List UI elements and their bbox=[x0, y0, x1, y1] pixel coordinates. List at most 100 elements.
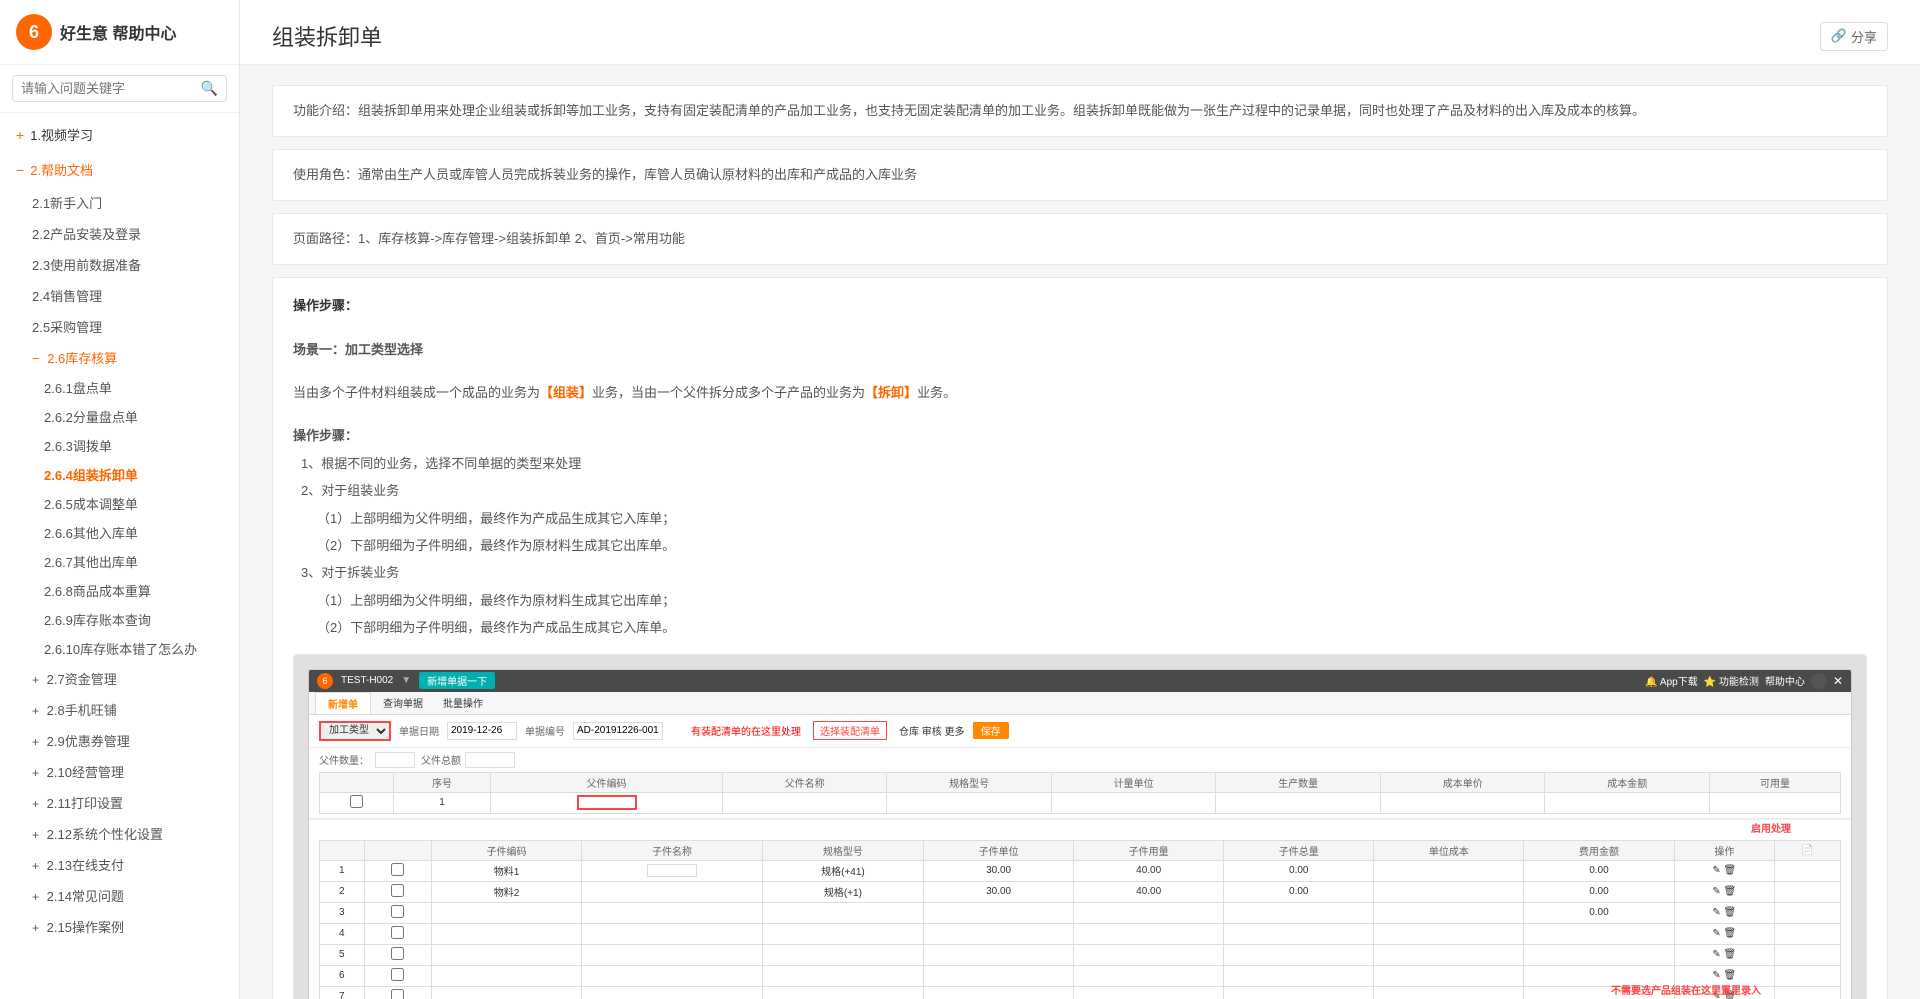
sidebar-item-2-11[interactable]: + 2.11打印设置 bbox=[0, 787, 239, 818]
lcol-unit: 子件单位 bbox=[924, 840, 1074, 860]
mock-window: 6 TEST-H002 ▼ 新增单据一下 🔔 App下载 ⭐ 功能检测 帮助中心 bbox=[308, 669, 1852, 999]
sidebar-item-2-6-2[interactable]: 2.6.2分量盘点单 bbox=[0, 402, 239, 431]
lower-table-area: 启用处理 子件编码 子件名称 规格型号 子件单位 bbox=[309, 820, 1851, 999]
col-parent-code: 父件编码 bbox=[491, 772, 723, 792]
sidebar-item-2-1[interactable]: 2.1新手入门 bbox=[0, 187, 239, 218]
upper-table-area: 父件数量： 父件总额 序号 父件编码 bbox=[309, 748, 1851, 820]
type-selector[interactable]: 加工类型 组装 拆卸 bbox=[319, 721, 391, 741]
annotation-4: 不需要选产品组装在这里置里录入 bbox=[1611, 982, 1761, 997]
lcol-qty: 子件用量 bbox=[1074, 840, 1224, 860]
sidebar-label-1: 1.视频学习 bbox=[30, 125, 93, 144]
search-input[interactable] bbox=[21, 81, 201, 96]
lrow-check-2[interactable] bbox=[391, 884, 404, 897]
scene1-title: 场景一：加工类型选择 bbox=[293, 338, 1867, 361]
upper-table: 序号 父件编码 父件名称 规格型号 计量单位 生产数量 成本单价 成本金额 可用 bbox=[319, 772, 1841, 814]
tab-other2[interactable]: 批量操作 bbox=[433, 692, 493, 714]
sidebar-item-1[interactable]: + 1.视频学习 bbox=[0, 117, 239, 152]
sidebar-label-2: 2.帮助文档 bbox=[30, 160, 93, 179]
tab-other[interactable]: 查询单据 bbox=[373, 692, 433, 714]
parent-total-input[interactable] bbox=[465, 752, 515, 768]
lcol-name: 子件名称 bbox=[582, 840, 763, 860]
lcol-code: 子件编码 bbox=[432, 840, 582, 860]
lrow-check-5[interactable] bbox=[391, 947, 404, 960]
parent-code-input[interactable] bbox=[577, 795, 637, 810]
sidebar-item-2-13[interactable]: + 2.13在线支付 bbox=[0, 849, 239, 880]
sidebar-item-2-12[interactable]: + 2.12系统个性化设置 bbox=[0, 818, 239, 849]
annotation-1: 有装配清单的在这里处理 bbox=[691, 723, 801, 738]
col-seq: 序号 bbox=[393, 772, 490, 792]
form-label-num: 单据编号 bbox=[525, 723, 565, 738]
steps-sub-title: 操作步骤： bbox=[293, 424, 1867, 447]
row-check[interactable] bbox=[350, 795, 363, 808]
lcol-check bbox=[364, 840, 431, 860]
date-input[interactable] bbox=[447, 722, 517, 740]
num-input[interactable] bbox=[573, 722, 663, 740]
sidebar-item-2-15[interactable]: + 2.15操作案例 bbox=[0, 911, 239, 942]
titlebar-right: 🔔 App下载 ⭐ 功能检测 帮助中心 ✕ bbox=[1645, 673, 1843, 689]
sidebar-item-2-6-3[interactable]: 2.6.3调拨单 bbox=[0, 431, 239, 460]
sidebar-item-2-6-6[interactable]: 2.6.6其他入库单 bbox=[0, 518, 239, 547]
page-title: 组装拆卸单 bbox=[272, 20, 382, 52]
search-box[interactable]: 🔍 bbox=[12, 75, 227, 102]
nav-tabs: 新增单 查询单据 批量操作 bbox=[309, 692, 1851, 715]
sidebar-item-2-6-4[interactable]: 2.6.4组装拆卸单 bbox=[0, 460, 239, 489]
form-ops: 仓库 审核 更多 bbox=[899, 723, 965, 738]
screenshot-container: 6 TEST-H002 ▼ 新增单据一下 🔔 App下载 ⭐ 功能检测 帮助中心 bbox=[293, 654, 1867, 999]
main-content: 组装拆卸单 🔗 分享 功能介绍：组装拆卸单用来处理企业组装或拆卸等加工业务，支持… bbox=[240, 0, 1920, 999]
col-unit: 计量单位 bbox=[1051, 772, 1216, 792]
lcol-total-qty: 子件总量 bbox=[1224, 840, 1374, 860]
sidebar-item-2-9[interactable]: + 2.9优惠券管理 bbox=[0, 725, 239, 756]
annotation-btn1[interactable]: 选择装配清单 bbox=[813, 721, 887, 740]
steps-title: 操作步骤： bbox=[293, 294, 1867, 317]
sidebar-item-2-6-1[interactable]: 2.6.1盘点单 bbox=[0, 373, 239, 402]
sidebar-item-2-3[interactable]: 2.3使用前数据准备 bbox=[0, 249, 239, 280]
step3-1: （1）上部明细为父件明细，最终作为原材料生成其它出库单； bbox=[317, 589, 1867, 612]
table-row: 4 bbox=[320, 923, 1841, 944]
col-qty: 生产数量 bbox=[1216, 772, 1381, 792]
sidebar-item-2-6-10[interactable]: 2.6.10库存账本错了怎么办 bbox=[0, 634, 239, 663]
sidebar-item-2-5[interactable]: 2.5采购管理 bbox=[0, 311, 239, 342]
parent-qty-input[interactable] bbox=[375, 752, 415, 768]
collapse-icon-2-6: − bbox=[32, 351, 40, 366]
sidebar-item-2-6[interactable]: − 2.6库存核算 bbox=[0, 342, 239, 373]
type-selector-wrapper: 加工类型 组装 拆卸 bbox=[319, 721, 391, 741]
sidebar-item-2-6-8[interactable]: 2.6.8商品成本重算 bbox=[0, 576, 239, 605]
lrow-check-1[interactable] bbox=[391, 863, 404, 876]
sidebar-item-2-7[interactable]: + 2.7资金管理 bbox=[0, 663, 239, 694]
scene1-desc: 当由多个子件材料组装成一个成品的业务为【组装】业务，当由一个父件拆分成多个子产品… bbox=[293, 381, 1867, 404]
sidebar-item-2-14[interactable]: + 2.14常见问题 bbox=[0, 880, 239, 911]
mock-titlebar: 6 TEST-H002 ▼ 新增单据一下 🔔 App下载 ⭐ 功能检测 帮助中心 bbox=[309, 670, 1851, 692]
lcol-icon: 📄 bbox=[1775, 840, 1841, 860]
sidebar-item-2[interactable]: − 2.帮助文档 bbox=[0, 152, 239, 187]
content-body: 功能介绍：组装拆卸单用来处理企业组装或拆卸等加工业务，支持有固定装配清单的产品加… bbox=[240, 65, 1920, 999]
table-row: 1 bbox=[320, 792, 1841, 813]
sidebar-item-2-6-5[interactable]: 2.6.5成本调整单 bbox=[0, 489, 239, 518]
sidebar-item-2-6-7[interactable]: 2.6.7其他出库单 bbox=[0, 547, 239, 576]
new-order-btn[interactable]: 新增单据一下 bbox=[419, 672, 495, 689]
lcol-amount: 费用金额 bbox=[1524, 840, 1674, 860]
lcol-spec: 规格型号 bbox=[762, 840, 923, 860]
sidebar-item-2-8[interactable]: + 2.8手机旺铺 bbox=[0, 694, 239, 725]
nav-section: + 1.视频学习 − 2.帮助文档 2.1新手入门 2.2产品安装及登录 2.3… bbox=[0, 113, 239, 946]
lrow-check-4[interactable] bbox=[391, 926, 404, 939]
sidebar: 6 好生意 帮助中心 🔍 + 1.视频学习 − 2.帮助文档 2.1新手入门 2… bbox=[0, 0, 240, 999]
screenshot-inner: 6 TEST-H002 ▼ 新增单据一下 🔔 App下载 ⭐ 功能检测 帮助中心 bbox=[294, 655, 1866, 999]
table-row: 3 0.00 bbox=[320, 902, 1841, 923]
share-button[interactable]: 🔗 分享 bbox=[1820, 22, 1888, 51]
step2-2: （2）下部明细为子件明细，最终作为原材料生成其它出库单。 bbox=[317, 534, 1867, 557]
save-btn[interactable]: 保存 bbox=[973, 722, 1009, 739]
tab-new-order[interactable]: 新增单 bbox=[315, 692, 371, 714]
sidebar-item-2-2[interactable]: 2.2产品安装及登录 bbox=[0, 218, 239, 249]
search-icon[interactable]: 🔍 bbox=[201, 80, 218, 97]
col-parent-name: 父件名称 bbox=[722, 772, 887, 792]
sidebar-item-2-10[interactable]: + 2.10经营管理 bbox=[0, 756, 239, 787]
sidebar-item-2-4[interactable]: 2.4销售管理 bbox=[0, 280, 239, 311]
role-block: 使用角色：通常由生产人员或库管人员完成拆装业务的操作，库管人员确认原材料的出库和… bbox=[272, 149, 1888, 201]
lrow-check-7[interactable] bbox=[391, 989, 404, 999]
lrow-check-6[interactable] bbox=[391, 968, 404, 981]
sidebar-item-2-6-9[interactable]: 2.6.9库存账本查询 bbox=[0, 605, 239, 634]
close-icon[interactable]: ✕ bbox=[1833, 674, 1843, 688]
table-row: 2 物料2 规格(+1) 30.00 40.00 0.00 bbox=[320, 881, 1841, 902]
lrow-check-3[interactable] bbox=[391, 905, 404, 918]
lrow-name-1[interactable] bbox=[647, 864, 697, 877]
